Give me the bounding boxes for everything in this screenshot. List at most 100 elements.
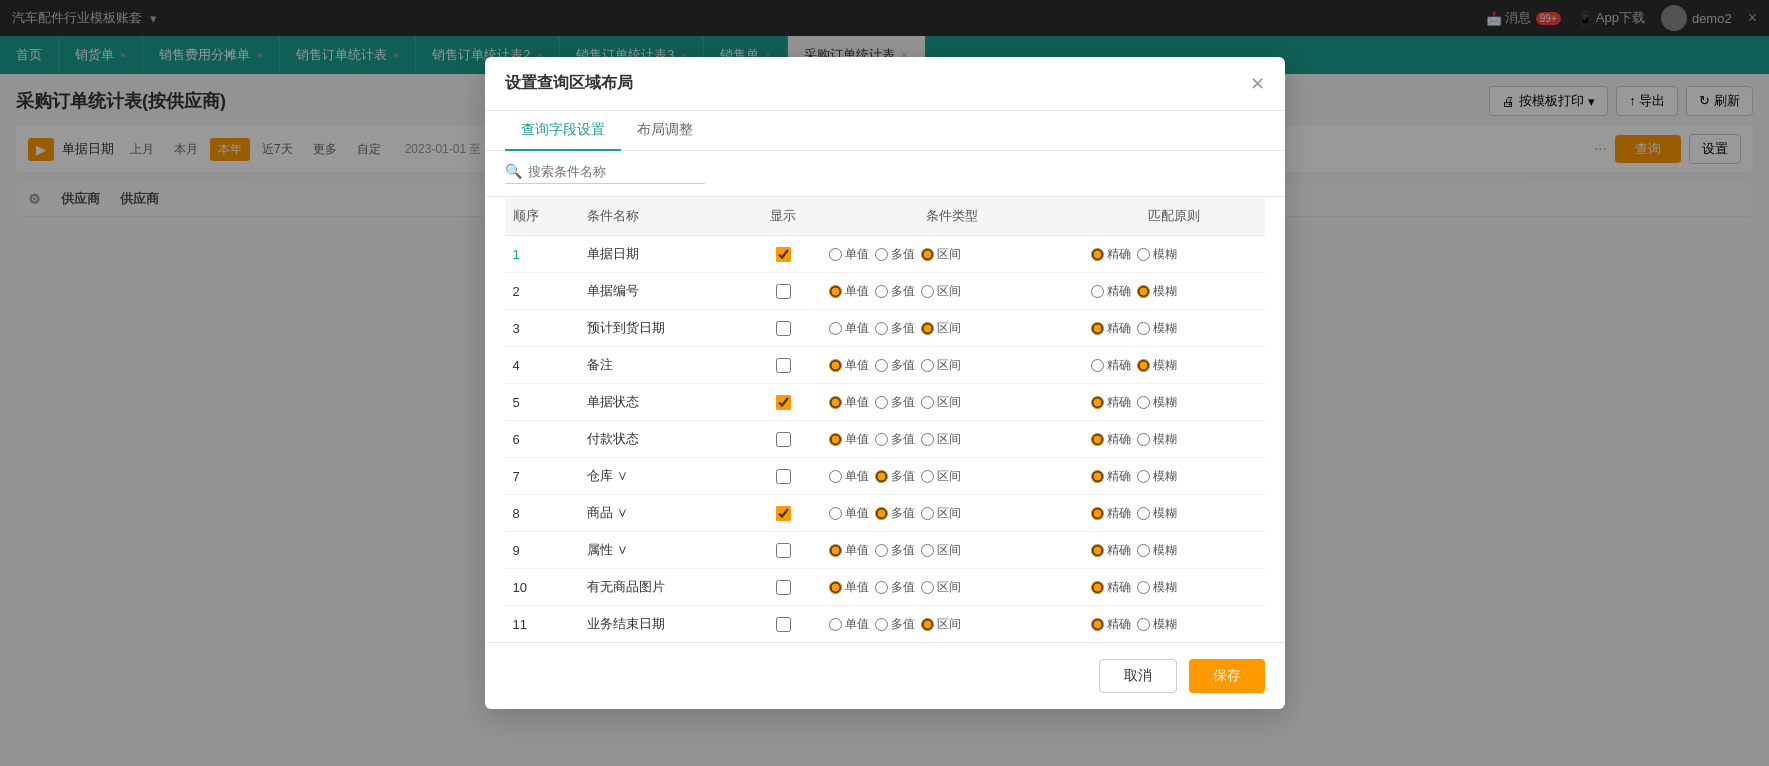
match-radio-模糊-3[interactable]: 模糊 [1137,357,1177,374]
match-radio-精确-10[interactable]: 精确 [1091,616,1131,633]
type-radio-区间-7[interactable]: 区间 [921,505,961,522]
row-name-7: 商品 ∨ [579,495,746,532]
type-radio-区间-3[interactable]: 区间 [921,357,961,374]
type-radio-多值-6[interactable]: 多值 [875,468,915,485]
type-radio-多值-5[interactable]: 多值 [875,431,915,448]
modal-title: 设置查询区域布局 [505,73,633,94]
match-radio-模糊-10[interactable]: 模糊 [1137,616,1177,633]
type-radio-区间-6[interactable]: 区间 [921,468,961,485]
display-checkbox-3[interactable] [776,358,791,373]
type-radio-多值-10[interactable]: 多值 [875,616,915,633]
save-button[interactable]: 保存 [1189,659,1265,693]
display-checkbox-0[interactable] [776,247,791,262]
match-radio-精确-2[interactable]: 精确 [1091,320,1131,337]
display-checkbox-10[interactable] [776,617,791,632]
display-checkbox-6[interactable] [776,469,791,484]
match-radio-模糊-1[interactable]: 模糊 [1137,283,1177,300]
table-row: 5单据状态单值多值区间精确模糊 [505,384,1265,421]
row-order-9: 10 [505,569,580,606]
row-display-6 [746,458,821,495]
type-radio-单值-9[interactable]: 单值 [829,579,869,596]
type-radio-多值-7[interactable]: 多值 [875,505,915,522]
match-radio-模糊-4[interactable]: 模糊 [1137,394,1177,411]
match-radio-精确-5[interactable]: 精确 [1091,431,1131,448]
modal-col-order: 顺序 [505,197,580,236]
row-display-10 [746,606,821,643]
type-radio-区间-9[interactable]: 区间 [921,579,961,596]
type-radio-单值-0[interactable]: 单值 [829,246,869,263]
type-radio-区间-5[interactable]: 区间 [921,431,961,448]
type-radio-区间-10[interactable]: 区间 [921,616,961,633]
match-radio-精确-9[interactable]: 精确 [1091,579,1131,596]
type-radio-单值-4[interactable]: 单值 [829,394,869,411]
type-radio-区间-1[interactable]: 区间 [921,283,961,300]
table-row: 8商品 ∨单值多值区间精确模糊 [505,495,1265,532]
type-radio-单值-8[interactable]: 单值 [829,542,869,559]
row-type-0: 单值多值区间 [821,236,1084,273]
display-checkbox-5[interactable] [776,432,791,447]
type-radio-区间-2[interactable]: 区间 [921,320,961,337]
match-radio-模糊-5[interactable]: 模糊 [1137,431,1177,448]
type-radio-多值-9[interactable]: 多值 [875,579,915,596]
display-checkbox-8[interactable] [776,543,791,558]
type-radio-多值-3[interactable]: 多值 [875,357,915,374]
row-order-8: 9 [505,532,580,569]
settings-modal: 设置查询区域布局 ✕ 查询字段设置布局调整 🔍 顺序条件名称显示条件类型匹配原则… [485,57,1285,709]
row-order-6: 7 [505,458,580,495]
type-radio-多值-2[interactable]: 多值 [875,320,915,337]
match-radio-模糊-0[interactable]: 模糊 [1137,246,1177,263]
type-radio-单值-2[interactable]: 单值 [829,320,869,337]
row-type-4: 单值多值区间 [821,384,1084,421]
row-match-8: 精确模糊 [1083,532,1264,569]
type-radio-多值-8[interactable]: 多值 [875,542,915,559]
type-radio-区间-8[interactable]: 区间 [921,542,961,559]
display-checkbox-9[interactable] [776,580,791,595]
display-checkbox-7[interactable] [776,506,791,521]
row-match-0: 精确模糊 [1083,236,1264,273]
row-name-8: 属性 ∨ [579,532,746,569]
type-radio-多值-1[interactable]: 多值 [875,283,915,300]
match-radio-模糊-8[interactable]: 模糊 [1137,542,1177,559]
match-radio-精确-6[interactable]: 精确 [1091,468,1131,485]
modal-col-match: 匹配原则 [1083,197,1264,236]
match-radio-模糊-9[interactable]: 模糊 [1137,579,1177,596]
type-radio-区间-0[interactable]: 区间 [921,246,961,263]
type-radio-单值-7[interactable]: 单值 [829,505,869,522]
row-display-7 [746,495,821,532]
modal-col-display: 显示 [746,197,821,236]
row-match-6: 精确模糊 [1083,458,1264,495]
modal-tabs: 查询字段设置布局调整 [485,111,1285,151]
match-radio-模糊-2[interactable]: 模糊 [1137,320,1177,337]
row-match-4: 精确模糊 [1083,384,1264,421]
row-match-7: 精确模糊 [1083,495,1264,532]
match-radio-精确-4[interactable]: 精确 [1091,394,1131,411]
match-radio-精确-0[interactable]: 精确 [1091,246,1131,263]
type-radio-单值-6[interactable]: 单值 [829,468,869,485]
type-radio-区间-4[interactable]: 区间 [921,394,961,411]
modal-tab-layout-adjust[interactable]: 布局调整 [621,111,709,151]
modal-overlay: 设置查询区域布局 ✕ 查询字段设置布局调整 🔍 顺序条件名称显示条件类型匹配原则… [0,0,1769,766]
display-checkbox-1[interactable] [776,284,791,299]
match-radio-精确-7[interactable]: 精确 [1091,505,1131,522]
type-radio-单值-3[interactable]: 单值 [829,357,869,374]
type-radio-单值-1[interactable]: 单值 [829,283,869,300]
type-radio-多值-0[interactable]: 多值 [875,246,915,263]
match-radio-精确-8[interactable]: 精确 [1091,542,1131,559]
row-name-10: 业务结束日期 [579,606,746,643]
row-name-6: 仓库 ∨ [579,458,746,495]
type-radio-多值-4[interactable]: 多值 [875,394,915,411]
type-radio-单值-5[interactable]: 单值 [829,431,869,448]
match-radio-模糊-7[interactable]: 模糊 [1137,505,1177,522]
search-input[interactable] [528,164,688,179]
cancel-button[interactable]: 取消 [1099,659,1177,693]
type-radio-单值-10[interactable]: 单值 [829,616,869,633]
row-type-9: 单值多值区间 [821,569,1084,606]
display-checkbox-4[interactable] [776,395,791,410]
modal-close-btn[interactable]: ✕ [1250,75,1265,93]
modal-tab-field-settings[interactable]: 查询字段设置 [505,111,621,151]
match-radio-精确-1[interactable]: 精确 [1091,283,1131,300]
display-checkbox-2[interactable] [776,321,791,336]
match-radio-精确-3[interactable]: 精确 [1091,357,1131,374]
match-radio-模糊-6[interactable]: 模糊 [1137,468,1177,485]
row-type-3: 单值多值区间 [821,347,1084,384]
